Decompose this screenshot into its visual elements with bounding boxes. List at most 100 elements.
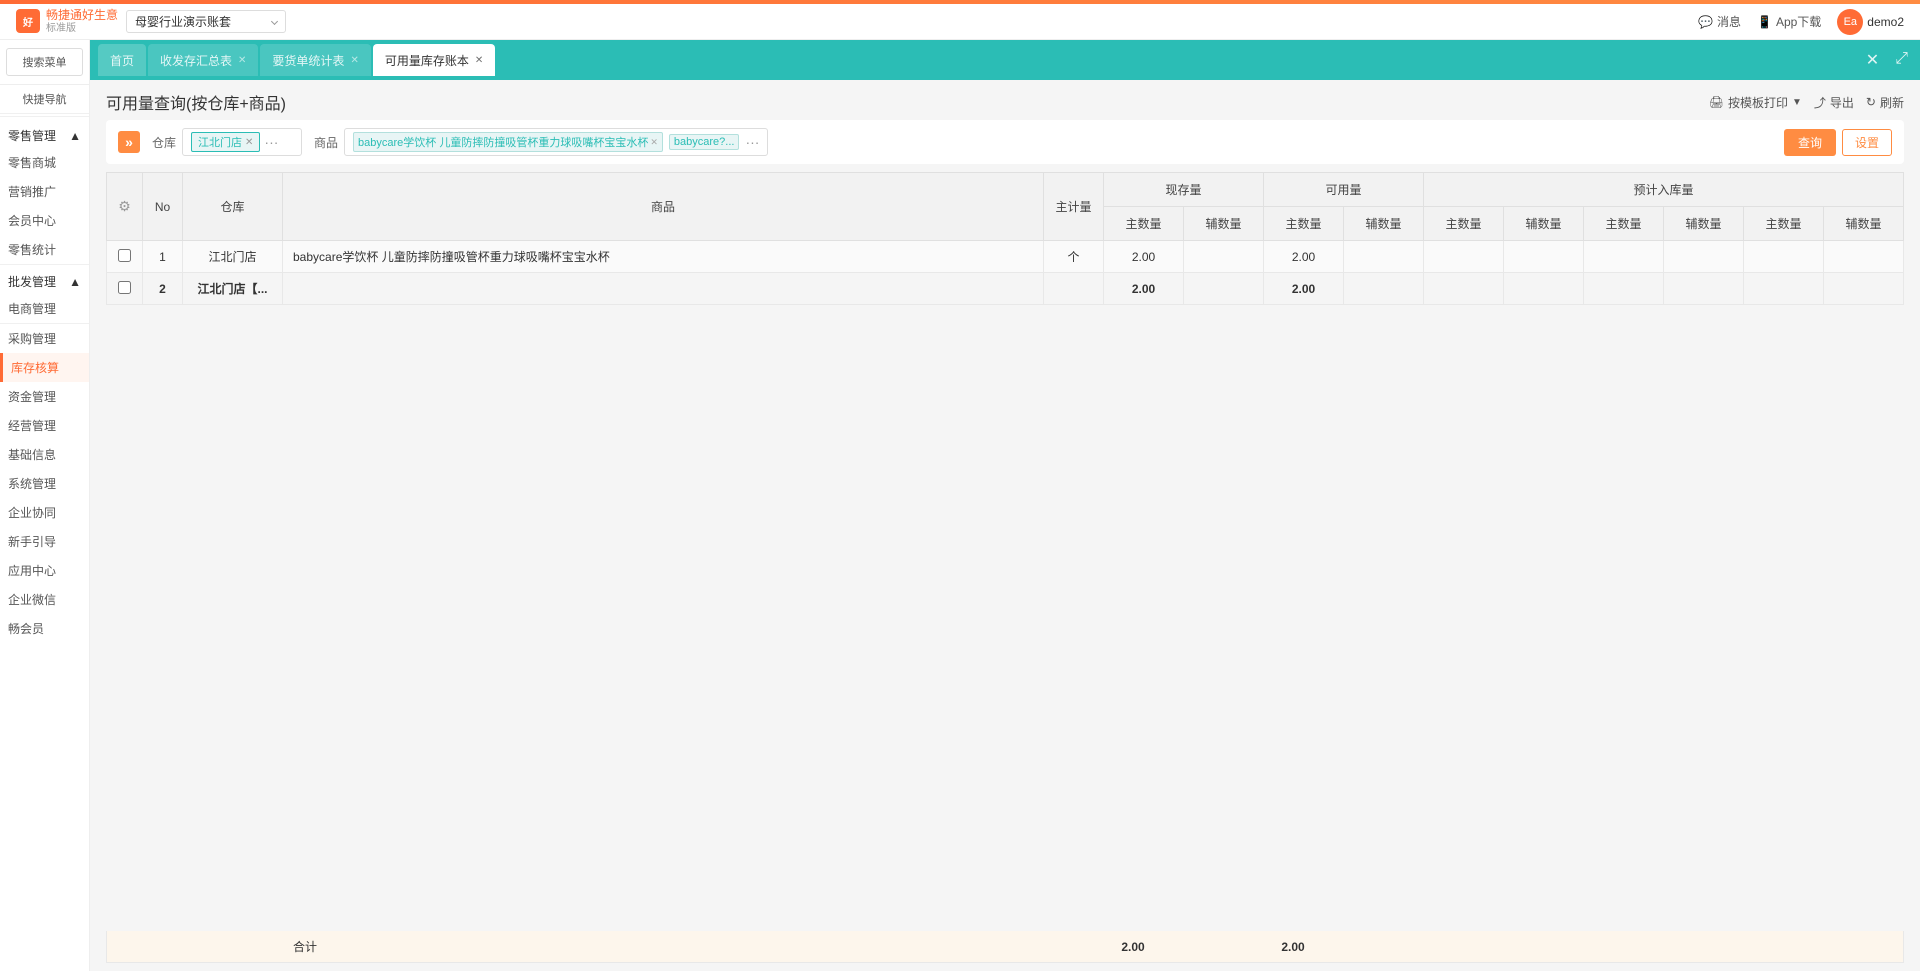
- row-product: [283, 273, 1044, 305]
- row-product-pending-main: [1744, 241, 1824, 273]
- tab-requisition-stats[interactable]: 要货单统计表 ✕: [260, 44, 370, 76]
- sidebar-item-system[interactable]: 系统管理: [0, 469, 89, 498]
- export-button[interactable]: ⤴ 导出: [1814, 94, 1854, 111]
- sidebar-item-app-center[interactable]: 应用中心: [0, 556, 89, 585]
- sidebar-item-biz-mgmt[interactable]: 经营管理: [0, 411, 89, 440]
- row-inbound-aux: [1664, 273, 1744, 305]
- row-checkbox[interactable]: [107, 241, 143, 273]
- warehouse-more-button[interactable]: ···: [264, 134, 278, 150]
- print-template-button[interactable]: 🖨 按模板打印 ▼: [1709, 94, 1802, 111]
- row-main-unit: 个: [1044, 241, 1104, 273]
- tenant-name: 母婴行业演示账套: [135, 13, 268, 30]
- row-purchase-transit-main: [1424, 273, 1504, 305]
- search-menu-button[interactable]: 搜索菜单: [6, 48, 83, 76]
- sidebar-item-vip-member[interactable]: 畅会员: [0, 614, 89, 643]
- footer-available-main-total: 2.00: [1253, 938, 1333, 955]
- sidebar-item-enterprise[interactable]: 企业协同: [0, 498, 89, 527]
- close-all-tabs-button[interactable]: ✕: [1862, 48, 1883, 72]
- row-product-pending-main: [1744, 273, 1824, 305]
- sidebar-item-member-center[interactable]: 会员中心: [0, 206, 89, 235]
- row-product-pending-aux: [1824, 241, 1904, 273]
- tab-available-inventory[interactable]: 可用量库存账本 ✕: [373, 44, 495, 76]
- filter-actions: 查询 设置: [1784, 129, 1892, 156]
- column-product-pending-main: 主数量: [1744, 207, 1824, 241]
- sidebar-item-ecommerce[interactable]: 电商管理: [0, 294, 89, 323]
- tab-home[interactable]: 首页: [98, 44, 146, 76]
- warehouse-input[interactable]: 江北门店 ✕ ···: [182, 128, 302, 156]
- sidebar-item-enterprise-wechat[interactable]: 企业微信: [0, 585, 89, 614]
- product-label: 商品: [314, 134, 338, 151]
- tab-bar: 首页 收发存汇总表 ✕ 要货单统计表 ✕ 可用量库存账本 ✕ ✕ ⤢: [90, 40, 1920, 80]
- user-profile[interactable]: Ea demo2: [1837, 9, 1904, 35]
- tab-close-available-inventory[interactable]: ✕: [475, 55, 483, 66]
- sidebar-item-marketing[interactable]: 营销推广: [0, 177, 89, 206]
- row-no: 2: [143, 273, 183, 305]
- tenant-selector[interactable]: 母婴行业演示账套: [126, 10, 286, 33]
- table-body: 1 江北门店 babycare学饮杯 儿童防摔防撞吸管杯重力球吸嘴杯宝宝水杯 个…: [107, 241, 1904, 305]
- column-stock-main-qty: 主数量: [1104, 207, 1184, 241]
- refresh-button[interactable]: ↻ 刷新: [1866, 94, 1904, 111]
- row-available-main-qty: 2.00: [1264, 241, 1344, 273]
- query-button[interactable]: 查询: [1784, 129, 1836, 156]
- avatar: Ea: [1837, 9, 1863, 35]
- column-settings-icon[interactable]: ⚙: [107, 173, 143, 241]
- chevron-down-icon: [271, 18, 278, 25]
- sidebar-item-inventory[interactable]: 库存核算: [0, 353, 89, 382]
- sidebar-item-quick-nav[interactable]: 快捷导航: [0, 85, 89, 114]
- column-warehouse: 仓库: [183, 173, 283, 241]
- sidebar-group-header-retail[interactable]: 零售管理 ▲: [0, 119, 89, 148]
- row-select-checkbox[interactable]: [118, 249, 131, 262]
- row-product: babycare学饮杯 儿童防摔防撞吸管杯重力球吸嘴杯宝宝水杯: [283, 241, 1044, 273]
- row-select-checkbox[interactable]: [118, 281, 131, 294]
- warehouse-tag-close[interactable]: ✕: [245, 137, 253, 148]
- app-download-button[interactable]: 📱 App下载: [1757, 13, 1821, 30]
- page-header-actions: 🖨 按模板打印 ▼ ⤴ 导出 ↻ 刷新: [1709, 94, 1904, 111]
- tab-receive-summary[interactable]: 收发存汇总表 ✕: [148, 44, 258, 76]
- logo-text: 畅捷通好生意 标准版: [46, 8, 118, 34]
- sidebar-item-retail-stats[interactable]: 零售统计: [0, 235, 89, 264]
- product-tag-1-close[interactable]: ✕: [650, 137, 658, 148]
- sidebar-group-header-wholesale[interactable]: 批发管理 ▲: [0, 265, 89, 294]
- table-header-row-1: ⚙ No 仓库 商品 主计量 现存量 可用量 预计入库量: [107, 173, 1904, 207]
- maximize-button[interactable]: ⤢: [1891, 48, 1912, 72]
- tab-close-requisition-stats[interactable]: ✕: [350, 55, 358, 66]
- sidebar-item-finance[interactable]: 资金管理: [0, 382, 89, 411]
- row-checkbox[interactable]: [107, 273, 143, 305]
- product-input[interactable]: babycare学饮杯 儿童防摔防撞吸管杯重力球吸嘴杯宝宝水杯 ✕ babyca…: [344, 128, 768, 156]
- row-stock-main-qty: 2.00: [1104, 273, 1184, 305]
- product-tag-1: babycare学饮杯 儿童防摔防撞吸管杯重力球吸嘴杯宝宝水杯 ✕: [353, 132, 663, 152]
- row-product-pending-aux: [1824, 273, 1904, 305]
- table-row: 2 江北门店【... 2.00 2.00: [107, 273, 1904, 305]
- sidebar-item-new-guide[interactable]: 新手引导: [0, 527, 89, 556]
- chevron-icon: ▲: [69, 129, 81, 143]
- warehouse-filter: 仓库 江北门店 ✕ ···: [152, 128, 302, 156]
- top-bar-right: 💬 消息 📱 App下载 Ea demo2: [1698, 9, 1904, 35]
- column-inbound-aux: 辅数量: [1664, 207, 1744, 241]
- filter-expand-button[interactable]: »: [118, 131, 140, 153]
- warehouse-tag-jiangbei: 江北门店 ✕: [191, 132, 260, 152]
- column-purchase-transit-aux: 辅数量: [1504, 207, 1584, 241]
- warehouse-label: 仓库: [152, 134, 176, 151]
- settings-button[interactable]: 设置: [1842, 129, 1892, 156]
- row-purchase-transit-aux: [1504, 241, 1584, 273]
- sidebar-item-basic-info[interactable]: 基础信息: [0, 440, 89, 469]
- sidebar-item-purchase[interactable]: 采购管理: [0, 324, 89, 353]
- row-warehouse: 江北门店: [183, 241, 283, 273]
- footer-row: 合计 2.00 2.00: [117, 938, 1893, 955]
- column-inbound-main: 主数量: [1584, 207, 1664, 241]
- column-group-current-stock: 现存量: [1104, 173, 1264, 207]
- sidebar-item-retail-mall[interactable]: 零售商城: [0, 148, 89, 177]
- page-header: 可用量查询(按仓库+商品) 🖨 按模板打印 ▼ ⤴ 导出 ↻ 刷新: [90, 80, 1920, 120]
- column-stock-aux-qty: 辅数量: [1184, 207, 1264, 241]
- main-layout: 搜索菜单 快捷导航 零售管理 ▲ 零售商城 营销推广 会员中心 零售统计 批发管…: [0, 40, 1920, 971]
- product-tag-2: babycare?...: [669, 134, 740, 150]
- product-more-button[interactable]: ···: [745, 134, 759, 150]
- tab-close-receive-summary[interactable]: ✕: [238, 55, 246, 66]
- column-group-available: 可用量: [1264, 173, 1424, 207]
- gear-icon: ⚙: [118, 198, 131, 214]
- row-stock-aux-qty: [1184, 241, 1264, 273]
- row-available-aux-qty: [1344, 273, 1424, 305]
- footer-stock-main-total: 2.00: [1093, 938, 1173, 955]
- message-button[interactable]: 💬 消息: [1698, 13, 1741, 30]
- column-main-unit: 主计量: [1044, 173, 1104, 241]
